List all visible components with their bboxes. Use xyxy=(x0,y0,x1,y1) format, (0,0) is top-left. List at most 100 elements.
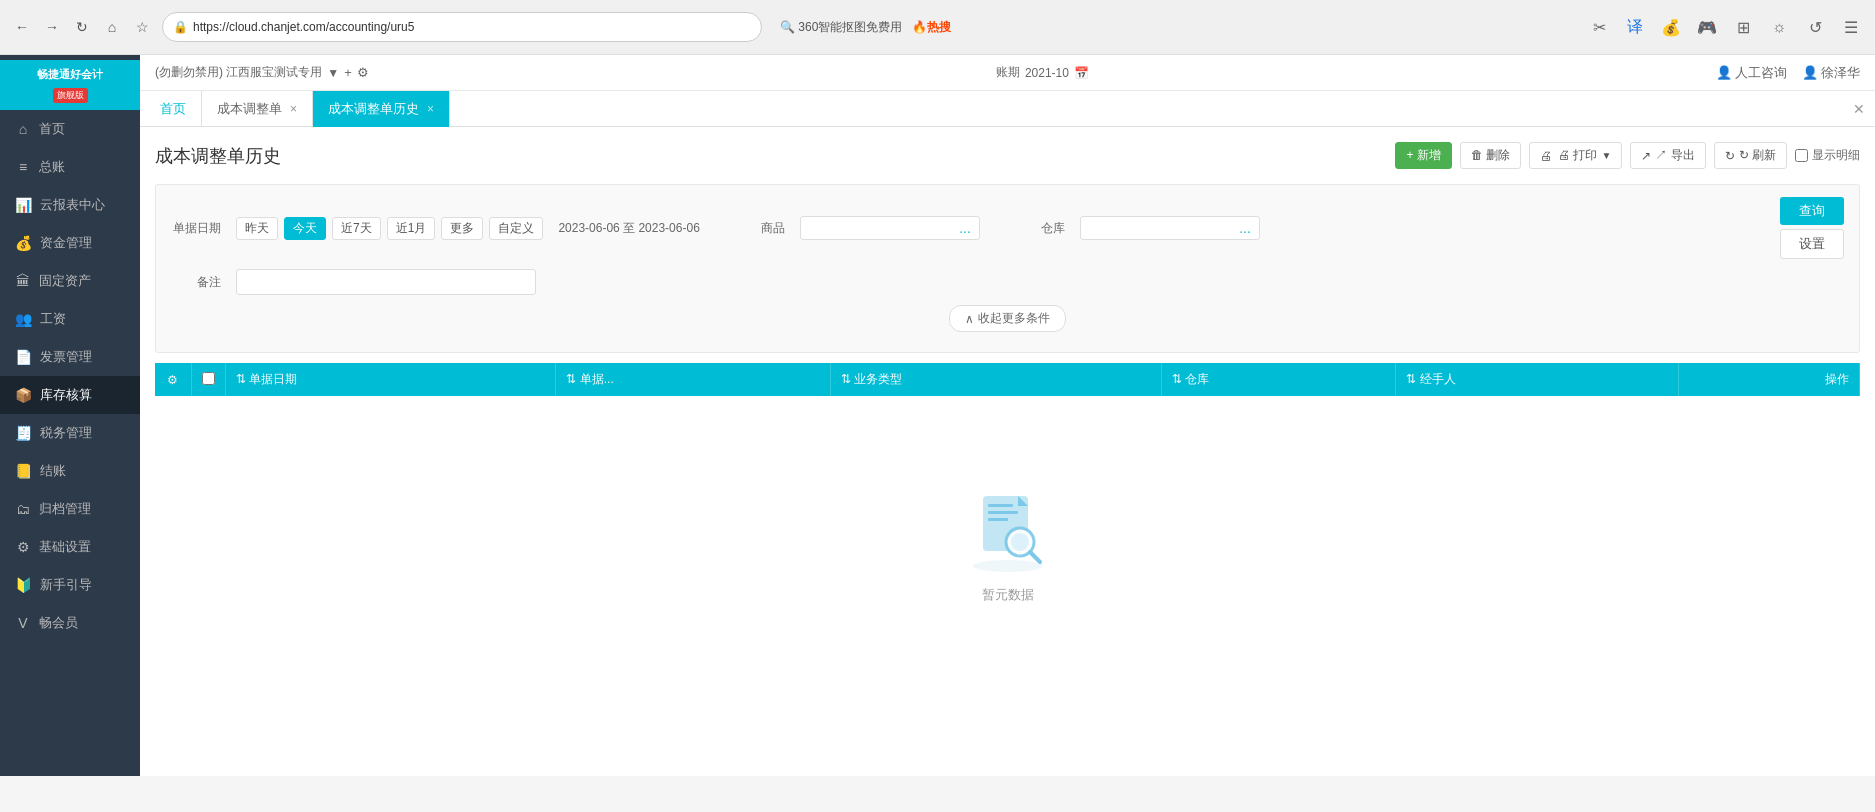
date-btn-7days[interactable]: 近7天 xyxy=(332,217,381,240)
print-dropdown-icon: ▼ xyxy=(1601,150,1611,161)
query-button[interactable]: 查询 xyxy=(1780,197,1844,225)
game-button[interactable]: 🎮 xyxy=(1693,13,1721,41)
close-all-tabs-button[interactable]: ✕ xyxy=(1853,101,1865,117)
date-btn-1month[interactable]: 近1月 xyxy=(387,217,436,240)
date-btn-custom[interactable]: 自定义 xyxy=(489,217,543,240)
consult-button[interactable]: 👤 人工咨询 xyxy=(1716,64,1787,82)
sidebar-item-reports[interactable]: 📊 云报表中心 xyxy=(0,186,140,224)
date-btn-today[interactable]: 今天 xyxy=(284,217,326,240)
new-button[interactable]: + 新增 xyxy=(1395,142,1451,169)
brightness-button[interactable]: ☼ xyxy=(1765,13,1793,41)
select-all-checkbox[interactable] xyxy=(202,372,215,385)
sidebar-item-home[interactable]: ⌂ 首页 xyxy=(0,110,140,148)
goods-selector[interactable]: ... xyxy=(800,216,980,240)
consult-icon: 👤 xyxy=(1716,65,1732,80)
collapse-button[interactable]: ∧ 收起更多条件 xyxy=(949,305,1066,332)
logo-badge: 旗舰版 xyxy=(53,88,88,103)
sidebar-item-label: 首页 xyxy=(39,120,65,138)
warehouse-selector[interactable]: ... xyxy=(1080,216,1260,240)
refresh-button[interactable]: ↻ ↻ 刷新 xyxy=(1714,142,1787,169)
col-date[interactable]: ⇅ 单据日期 xyxy=(225,363,556,396)
export-button[interactable]: ↗ ↗ 导出 xyxy=(1630,142,1705,169)
search-tool: 🔍 360智能抠图免费用 xyxy=(780,19,902,36)
sidebar-item-invoice[interactable]: 📄 发票管理 xyxy=(0,338,140,376)
wallet-button[interactable]: 💰 xyxy=(1657,13,1685,41)
page-title: 成本调整单历史 xyxy=(155,144,281,168)
col-type[interactable]: ⇅ 业务类型 xyxy=(831,363,1162,396)
back-button[interactable]: ← xyxy=(10,15,34,39)
filter-row-1: 单据日期 昨天 今天 近7天 近1月 更多 自定义 2023-06-06 至 2… xyxy=(171,197,1844,259)
display-toggle-checkbox[interactable] xyxy=(1795,149,1808,162)
tab-cost-adjustment-history[interactable]: 成本调整单历史 × xyxy=(313,91,450,127)
sidebar-item-label: 新手引导 xyxy=(40,576,92,594)
address-bar[interactable]: 🔒 https://cloud.chanjet.com/accounting/u… xyxy=(162,12,762,42)
date-range-display: 2023-06-06 至 2023-06-06 xyxy=(558,220,699,237)
ledger-icon: ≡ xyxy=(15,159,31,175)
filter-row-2: 备注 xyxy=(171,269,1844,295)
warehouse-dots: ... xyxy=(1239,220,1251,236)
table-checkbox-col[interactable] xyxy=(191,363,225,396)
sidebar-item-inventory[interactable]: 📦 库存核算 xyxy=(0,376,140,414)
date-btn-yesterday[interactable]: 昨天 xyxy=(236,217,278,240)
remark-input[interactable] xyxy=(236,269,536,295)
sidebar-item-archive[interactable]: 🗂 归档管理 xyxy=(0,490,140,528)
closing-icon: 📒 xyxy=(15,463,32,479)
sidebar-item-guide[interactable]: 🔰 新手引导 xyxy=(0,566,140,604)
col-number[interactable]: ⇅ 单据... xyxy=(556,363,831,396)
print-button[interactable]: 🖨 🖨 打印 ▼ xyxy=(1529,142,1622,169)
empty-icon xyxy=(958,476,1058,576)
date-filter-group: 昨天 今天 近7天 近1月 更多 自定义 xyxy=(236,217,543,240)
bookmark-button[interactable]: ☆ xyxy=(130,15,154,39)
sidebar: 畅捷通好会计 旗舰版 ⌂ 首页 ≡ 总账 📊 云报表中心 💰 xyxy=(0,55,140,776)
table-settings-col[interactable]: ⚙ xyxy=(155,363,191,396)
col-action: 操作 xyxy=(1679,363,1860,396)
filter-section: 单据日期 昨天 今天 近7天 近1月 更多 自定义 2023-06-06 至 2… xyxy=(155,184,1860,353)
forward-button[interactable]: → xyxy=(40,15,64,39)
sidebar-item-vip[interactable]: V 畅会员 xyxy=(0,604,140,642)
user-profile-button[interactable]: 👤 徐泽华 xyxy=(1802,64,1860,82)
workspace-dropdown[interactable]: ▼ xyxy=(327,66,339,80)
settings-filter-button[interactable]: 设置 xyxy=(1780,229,1844,259)
tab-cost-adjustment-label: 成本调整单 xyxy=(217,100,282,118)
hot-tool: 🔥热搜 xyxy=(912,19,951,36)
scissors-button[interactable]: ✂ xyxy=(1585,13,1613,41)
date-btn-more[interactable]: 更多 xyxy=(441,217,483,240)
sidebar-item-label: 归档管理 xyxy=(39,500,91,518)
menu-button[interactable]: ☰ xyxy=(1837,13,1865,41)
sidebar-item-salary[interactable]: 👥 工资 xyxy=(0,300,140,338)
export-icon: ↗ xyxy=(1641,149,1651,163)
calendar-icon: 📅 xyxy=(1074,66,1089,80)
content-area: (勿删勿禁用) 江西服宝测试专用 ▼ + ⚙ 账期 2021-10 📅 👤 人工… xyxy=(140,55,1875,776)
apps-button[interactable]: ⊞ xyxy=(1729,13,1757,41)
undo-button[interactable]: ↺ xyxy=(1801,13,1829,41)
sidebar-item-funds[interactable]: 💰 资金管理 xyxy=(0,224,140,262)
translate-button[interactable]: 译 xyxy=(1621,13,1649,41)
user-avatar-icon: 👤 xyxy=(1802,65,1818,80)
period-value: 2021-10 xyxy=(1025,66,1069,80)
tab-home[interactable]: 首页 xyxy=(145,91,202,127)
sidebar-item-label: 基础设置 xyxy=(39,538,91,556)
tab-close-2[interactable]: × xyxy=(427,102,434,116)
sidebar-item-label: 税务管理 xyxy=(40,424,92,442)
refresh-button[interactable]: ↻ xyxy=(70,15,94,39)
col-warehouse[interactable]: ⇅ 仓库 xyxy=(1161,363,1395,396)
display-toggle[interactable]: 显示明细 xyxy=(1795,147,1860,164)
add-workspace-button[interactable]: + xyxy=(344,65,352,80)
col-handler[interactable]: ⇅ 经手人 xyxy=(1396,363,1679,396)
delete-button[interactable]: 🗑 删除 xyxy=(1460,142,1521,169)
sidebar-item-settings[interactable]: ⚙ 基础设置 xyxy=(0,528,140,566)
empty-text: 暂元数据 xyxy=(982,586,1034,604)
tab-cost-adjustment[interactable]: 成本调整单 × xyxy=(202,91,313,127)
workspace-settings-button[interactable]: ⚙ xyxy=(357,65,369,80)
tab-close-1[interactable]: × xyxy=(290,102,297,116)
sidebar-item-assets[interactable]: 🏛 固定资产 xyxy=(0,262,140,300)
home-button[interactable]: ⌂ xyxy=(100,15,124,39)
data-table: ⚙ ⇅ 单据日期 ⇅ 单据... ⇅ 业务类型 xyxy=(155,363,1860,396)
sidebar-item-label: 畅会员 xyxy=(39,614,78,632)
sidebar-item-label: 发票管理 xyxy=(40,348,92,366)
sidebar-item-ledger[interactable]: ≡ 总账 xyxy=(0,148,140,186)
archive-icon: 🗂 xyxy=(15,501,31,517)
sidebar-item-closing[interactable]: 📒 结账 xyxy=(0,452,140,490)
period-label: 账期 xyxy=(996,64,1020,81)
sidebar-item-tax[interactable]: 🧾 税务管理 xyxy=(0,414,140,452)
